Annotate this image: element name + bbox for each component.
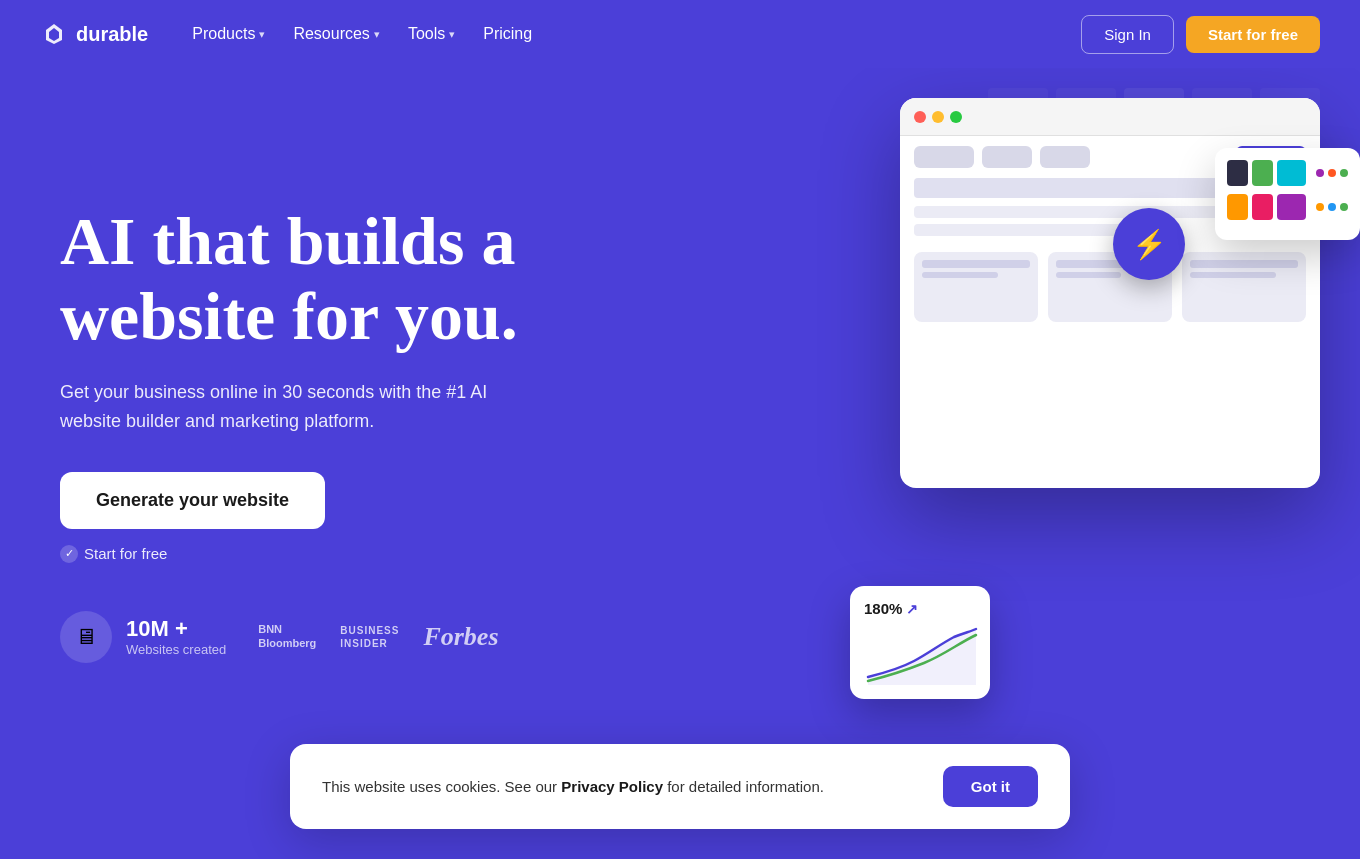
color-row-2	[1227, 194, 1348, 220]
chart-value: 180%	[864, 600, 902, 617]
generate-website-button[interactable]: Generate your website	[60, 472, 325, 529]
minimize-dot	[932, 111, 944, 123]
press-logos: BNNBloomberg BUSINESSINSIDER Forbes	[258, 622, 498, 652]
swatch-green	[1252, 160, 1273, 186]
stats-row: 🖥 10M + Websites created BNNBloomberg BU…	[60, 611, 742, 663]
swatch-teal	[1277, 160, 1306, 186]
color-swatch-panel	[1215, 148, 1360, 240]
stat-text: 10M + Websites created	[126, 616, 226, 657]
close-dot	[914, 111, 926, 123]
dot-orange2	[1316, 203, 1324, 211]
dot-orange	[1328, 169, 1336, 177]
swatch-pink	[1252, 194, 1273, 220]
chevron-down-icon: ▾	[259, 28, 265, 41]
logo-text: durable	[76, 23, 148, 46]
monitor-icon: 🖥	[60, 611, 112, 663]
chart-label: 180% ↗	[864, 600, 976, 617]
checkmark-icon: ✓	[60, 545, 78, 563]
nav-resources[interactable]: Resources ▾	[281, 17, 391, 51]
swatch-purple	[1277, 194, 1306, 220]
hero-left: AI that builds a website for you. Get yo…	[60, 204, 742, 662]
hero-subtitle: Get your business online in 30 seconds w…	[60, 378, 540, 436]
color-dots-1	[1316, 169, 1348, 177]
toolbar-pill-1	[914, 146, 974, 168]
color-dots-2	[1316, 203, 1348, 211]
nav-products[interactable]: Products ▾	[180, 17, 277, 51]
cookie-text: This website uses cookies. See our Priva…	[322, 778, 923, 795]
hero-illustration: ⚡	[680, 68, 1360, 759]
stat-desc: Websites created	[126, 642, 226, 657]
expand-dot	[950, 111, 962, 123]
dot-green	[1340, 169, 1348, 177]
dot-purple	[1316, 169, 1324, 177]
signin-button[interactable]: Sign In	[1081, 15, 1174, 54]
nav-links: Products ▾ Resources ▾ Tools ▾ Pricing	[180, 17, 544, 51]
cta-area: Generate your website ✓ Start for free	[60, 472, 742, 563]
got-it-button[interactable]: Got it	[943, 766, 1038, 807]
logo[interactable]: durable	[40, 20, 148, 48]
navbar: durable Products ▾ Resources ▾ Tools ▾ P…	[0, 0, 1360, 68]
hero-section: AI that builds a website for you. Get yo…	[0, 68, 1360, 759]
growth-chart-panel: 180% ↗	[850, 586, 990, 699]
nav-right: Sign In Start for free	[1081, 15, 1320, 54]
bloomberg-logo: BNNBloomberg	[258, 623, 316, 649]
start-for-free-nav-button[interactable]: Start for free	[1186, 16, 1320, 53]
color-row-1	[1227, 160, 1348, 186]
dot-green2	[1340, 203, 1348, 211]
nav-left: durable Products ▾ Resources ▾ Tools ▾ P…	[40, 17, 544, 51]
swatch-dark	[1227, 160, 1248, 186]
chart-visual	[864, 625, 976, 685]
dot-blue	[1328, 203, 1336, 211]
cookie-banner: This website uses cookies. See our Priva…	[290, 744, 1070, 829]
toolbar-pill-3	[1040, 146, 1090, 168]
logo-icon	[40, 20, 68, 48]
lightning-icon: ⚡	[1113, 208, 1185, 280]
chevron-down-icon: ▾	[374, 28, 380, 41]
start-free-label: ✓ Start for free	[60, 545, 742, 563]
privacy-policy-link[interactable]: Privacy Policy	[561, 778, 663, 795]
arrow-icon: ↗	[906, 601, 918, 617]
swatch-orange	[1227, 194, 1248, 220]
forbes-logo: Forbes	[423, 622, 498, 652]
business-insider-logo: BUSINESSINSIDER	[340, 624, 399, 650]
nav-pricing[interactable]: Pricing	[471, 17, 544, 51]
browser-titlebar	[900, 98, 1320, 136]
toolbar-pill-2	[982, 146, 1032, 168]
chart-svg	[864, 625, 980, 685]
stat-number: 10M +	[126, 616, 226, 642]
hero-title: AI that builds a website for you.	[60, 204, 742, 354]
chevron-down-icon: ▾	[449, 28, 455, 41]
nav-tools[interactable]: Tools ▾	[396, 17, 467, 51]
stat-block: 🖥 10M + Websites created	[60, 611, 226, 663]
